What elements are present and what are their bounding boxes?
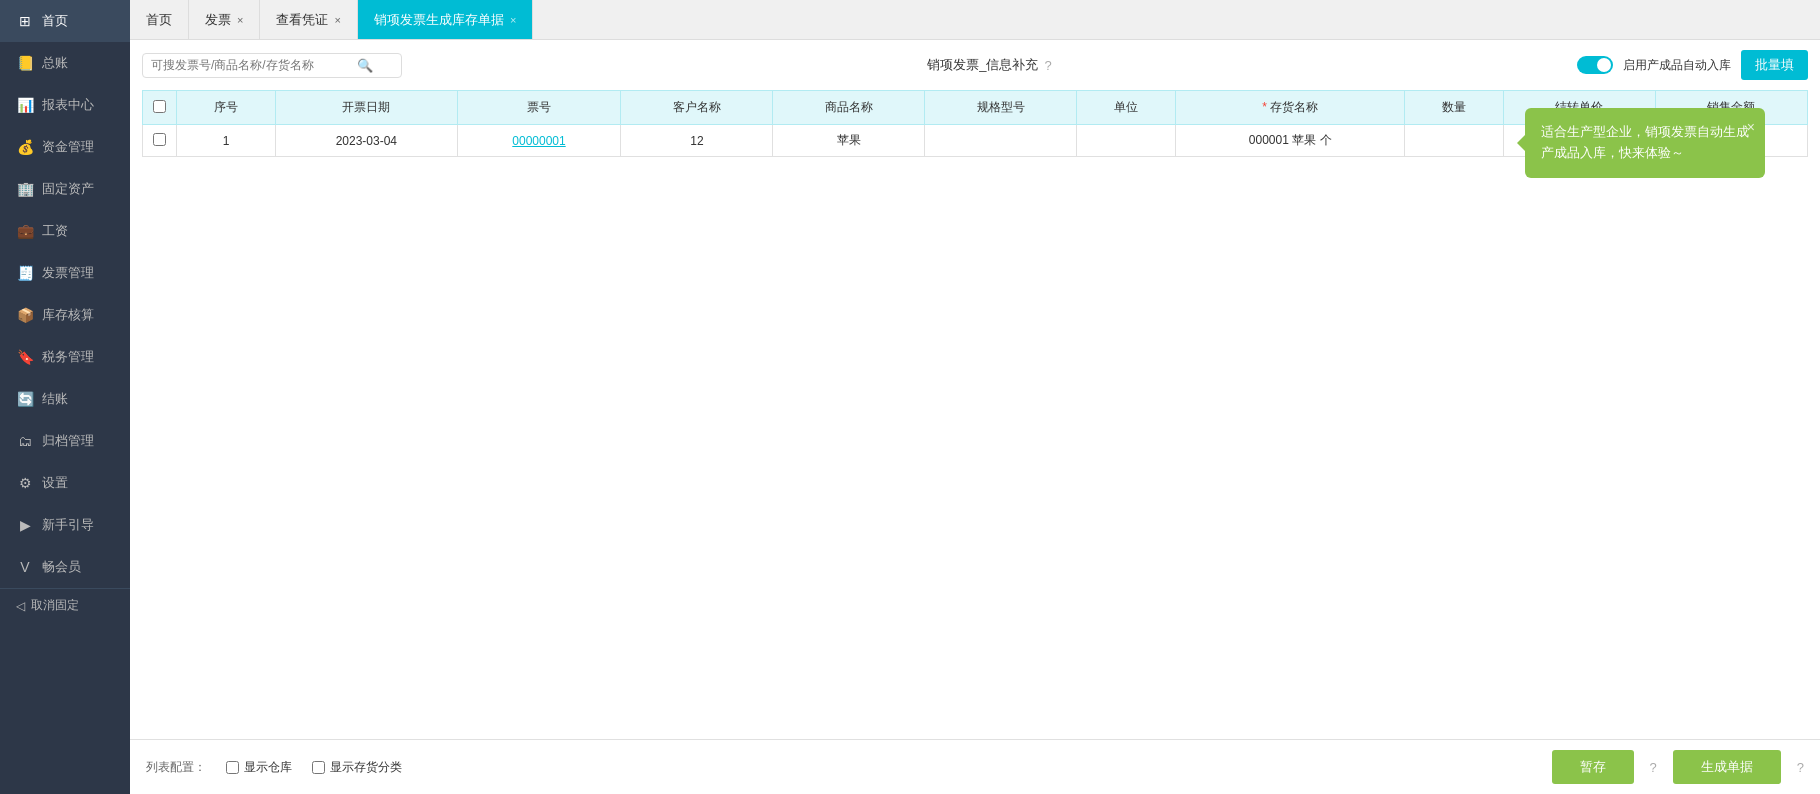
show-category-checkbox-label[interactable]: 显示存货分类 [312,759,402,776]
home-icon: ⊞ [16,13,34,29]
sidebar-item-assets[interactable]: 🏢 固定资产 [0,168,130,210]
tab-sales-invoice[interactable]: 销项发票生成库存单据 × [358,0,533,39]
pin-icon: ◁ [16,599,25,613]
reports-icon: 📊 [16,97,34,113]
header-seq: 序号 [177,91,276,125]
sidebar-item-inventory[interactable]: 📦 库存核算 [0,294,130,336]
select-all-checkbox[interactable] [153,100,166,113]
settlement-icon: 🔄 [16,391,34,407]
sidebar-item-archive[interactable]: 🗂 归档管理 [0,420,130,462]
archive-icon: 🗂 [16,433,34,449]
cell-seq: 1 [177,125,276,157]
sidebar-item-tax[interactable]: 🔖 税务管理 [0,336,130,378]
batch-fill-button[interactable]: 批量填 [1741,50,1808,80]
cell-product-name: 苹果 [773,125,925,157]
show-warehouse-checkbox-label[interactable]: 显示仓库 [226,759,292,776]
assets-icon: 🏢 [16,181,34,197]
show-category-checkbox[interactable] [312,761,325,774]
sidebar-item-reports[interactable]: 📊 报表中心 [0,84,130,126]
sidebar-item-invoice-mgmt[interactable]: 🧾 发票管理 [0,252,130,294]
toolbar-right: 启用产成品自动入库 批量填 [1577,50,1808,80]
settings-icon: ⚙ [16,475,34,491]
sidebar: ⊞ 首页 📒 总账 📊 报表中心 💰 资金管理 🏢 固定资产 💼 工资 🧾 发票… [0,0,130,794]
tooltip-close-button[interactable]: × [1747,116,1755,138]
search-icon[interactable]: 🔍 [357,58,373,73]
sidebar-pin-button[interactable]: ◁ 取消固定 [0,588,130,622]
vip-icon: V [16,559,34,575]
generate-button[interactable]: 生成单据 [1673,750,1781,784]
cell-inventory-name: 000001 苹果 个 [1176,125,1404,157]
header-qty: 数量 [1404,91,1503,125]
tab-invoice-close[interactable]: × [237,14,243,26]
tab-voucher[interactable]: 查看凭证 × [260,0,357,39]
sidebar-item-payroll[interactable]: 💼 工资 [0,210,130,252]
list-config-label: 列表配置： [146,759,206,776]
cell-qty [1404,125,1503,157]
tax-icon: 🔖 [16,349,34,365]
tab-voucher-close[interactable]: × [334,14,340,26]
guide-icon: ▶ [16,517,34,533]
tooltip-popup: × 适合生产型企业，销项发票自动生成产成品入库，快来体验～ [1525,108,1765,178]
inventory-icon: 📦 [16,307,34,323]
cell-spec [925,125,1077,157]
ledger-icon: 📒 [16,55,34,71]
tab-invoice[interactable]: 发票 × [189,0,260,39]
header-customer: 客户名称 [621,91,773,125]
bottom-right: 暂存 ? 生成单据 ? [1552,750,1804,784]
header-checkbox-cell [143,91,177,125]
sidebar-item-funds[interactable]: 💰 资金管理 [0,126,130,168]
sidebar-item-settlement[interactable]: 🔄 结账 [0,378,130,420]
header-inventory-name: * 存货名称 [1176,91,1404,125]
row-checkbox-cell [143,125,177,157]
cell-date: 2023-03-04 [276,125,457,157]
search-input[interactable] [151,58,351,72]
header-invoice-no: 票号 [457,91,621,125]
toolbar: 🔍 销项发票_信息补充 ? 启用产成品自动入库 批量填 [130,40,1820,90]
sidebar-item-ledger[interactable]: 📒 总账 [0,42,130,84]
generate-help-icon[interactable]: ? [1797,760,1804,775]
funds-icon: 💰 [16,139,34,155]
info-icon[interactable]: ? [1045,58,1052,73]
save-help-icon[interactable]: ? [1650,760,1657,775]
cell-invoice-no[interactable]: 00000001 [457,125,621,157]
invoice-mgmt-icon: 🧾 [16,265,34,281]
cell-unit [1077,125,1176,157]
show-warehouse-checkbox[interactable] [226,761,239,774]
save-button[interactable]: 暂存 [1552,750,1634,784]
toolbar-center: 销项发票_信息补充 ? [414,56,1565,74]
cell-customer: 12 [621,125,773,157]
payroll-icon: 💼 [16,223,34,239]
table-container: 序号 开票日期 票号 客户名称 商品名称 规格型号 单位 * 存货名称 数量 结… [130,90,1820,739]
header-date: 开票日期 [276,91,457,125]
search-box[interactable]: 🔍 [142,53,402,78]
tab-bar: 首页 发票 × 查看凭证 × 销项发票生成库存单据 × [130,0,1820,40]
sidebar-item-vip[interactable]: V 畅会员 [0,546,130,588]
header-product-name: 商品名称 [773,91,925,125]
sidebar-item-guide[interactable]: ▶ 新手引导 [0,504,130,546]
row-checkbox[interactable] [153,133,166,146]
sidebar-item-settings[interactable]: ⚙ 设置 [0,462,130,504]
tab-home[interactable]: 首页 [130,0,189,39]
tab-sales-invoice-close[interactable]: × [510,14,516,26]
header-spec: 规格型号 [925,91,1077,125]
bottom-bar: 列表配置： 显示仓库 显示存货分类 暂存 ? 生成单据 ? [130,739,1820,794]
auto-warehouse-toggle[interactable] [1577,56,1613,74]
toggle-slider[interactable] [1577,56,1613,74]
header-unit: 单位 [1077,91,1176,125]
sidebar-item-home[interactable]: ⊞ 首页 [0,0,130,42]
